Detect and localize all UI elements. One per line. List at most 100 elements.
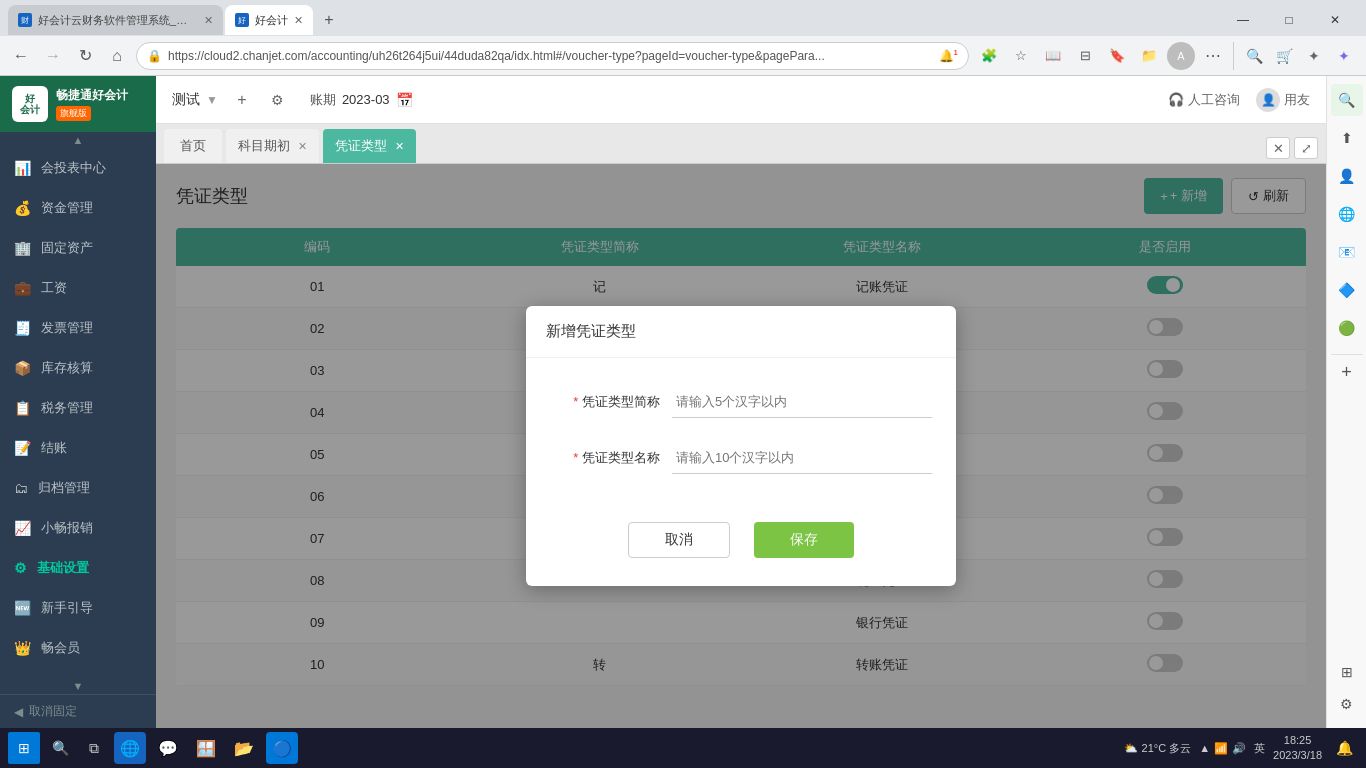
taskbar-app-folder[interactable]: 📂 bbox=[228, 732, 260, 764]
investment-icon: 📊 bbox=[14, 160, 31, 176]
sidebar-item-settings[interactable]: ⚙ 基础设置 bbox=[0, 548, 156, 588]
notification-button[interactable]: 🔔 bbox=[1330, 734, 1358, 762]
sidebar-scroll-up[interactable]: ▲ bbox=[0, 132, 156, 148]
salary-icon: 💼 bbox=[14, 280, 31, 296]
sidebar-item-report[interactable]: 📈 小畅报销 bbox=[0, 508, 156, 548]
edge-search-icon[interactable]: 🔍 bbox=[1240, 42, 1268, 70]
browser-tab-2[interactable]: 好 好会计 ✕ bbox=[225, 5, 313, 35]
invoice-icon: 🧾 bbox=[14, 320, 31, 336]
cancel-button[interactable]: 取消 bbox=[628, 522, 730, 558]
right-user-icon[interactable]: 👤 bbox=[1331, 160, 1363, 192]
reload-button[interactable]: ↻ bbox=[72, 43, 98, 69]
new-tab-button[interactable]: + bbox=[315, 6, 343, 34]
tab1-close[interactable]: ✕ bbox=[204, 14, 213, 27]
sidebar-scroll-down[interactable]: ▼ bbox=[0, 678, 156, 694]
taskbar-app-wechat[interactable]: 💬 bbox=[152, 732, 184, 764]
back-button[interactable]: ← bbox=[8, 43, 34, 69]
report-icon: 📈 bbox=[14, 520, 31, 536]
task-view-button[interactable]: ⧉ bbox=[80, 734, 108, 762]
taskbar-app-store[interactable]: 🪟 bbox=[190, 732, 222, 764]
right-teams-icon[interactable]: 🔷 bbox=[1331, 274, 1363, 306]
reader-mode-button[interactable]: 📖 bbox=[1039, 42, 1067, 70]
page-content: 凭证类型 + + 新增 ↺ 刷新 bbox=[156, 164, 1326, 728]
taskbar-app-edge[interactable]: 🔵 bbox=[266, 732, 298, 764]
sidebar-item-invoice[interactable]: 🧾 发票管理 bbox=[0, 308, 156, 348]
tab-subject-period-close[interactable]: ✕ bbox=[298, 140, 307, 153]
sidebar-item-fixed-assets[interactable]: 🏢 固定资产 bbox=[0, 228, 156, 268]
abbr-input[interactable] bbox=[672, 386, 932, 418]
archive-icon: 🗂 bbox=[14, 480, 28, 496]
sidebar-logo: 好会计 畅捷通好会计 旗舰版 bbox=[0, 76, 156, 132]
right-add-icon[interactable]: + bbox=[1331, 354, 1363, 386]
sidebar-item-tax[interactable]: 📋 税务管理 bbox=[0, 388, 156, 428]
system-tray[interactable]: ▲ 📶 🔊 bbox=[1199, 742, 1246, 755]
workspace-dropdown-icon: ▼ bbox=[206, 93, 218, 107]
edge-copilot-icon[interactable]: ✦ bbox=[1330, 42, 1358, 70]
share-button[interactable]: 🔖 bbox=[1103, 42, 1131, 70]
modal-header: 新增凭证类型 bbox=[526, 306, 956, 358]
tab1-label: 好会计云财务软件管理系统_会计 bbox=[38, 13, 198, 28]
right-table-icon[interactable]: ⊞ bbox=[1331, 656, 1363, 688]
modal-footer: 取消 保存 bbox=[526, 506, 956, 586]
right-panel: 🔍 ⬆ 👤 🌐 📧 🔷 🟢 + ⊞ ⚙ bbox=[1326, 76, 1366, 728]
user-button[interactable]: 👤 用友 bbox=[1256, 88, 1310, 112]
browser-tab-1[interactable]: 财 好会计云财务软件管理系统_会计 ✕ bbox=[8, 5, 223, 35]
cancel-pin-button[interactable]: ◀ 取消固定 bbox=[0, 694, 156, 728]
support-button[interactable]: 🎧 人工咨询 bbox=[1168, 91, 1240, 109]
member-icon: 👑 bbox=[14, 640, 31, 656]
ssl-icon: 🔒 bbox=[147, 49, 162, 63]
right-search-icon[interactable]: 🔍 bbox=[1331, 84, 1363, 116]
tab-subject-period[interactable]: 科目期初 ✕ bbox=[226, 129, 319, 163]
tax-icon: 📋 bbox=[14, 400, 31, 416]
right-globe-icon[interactable]: 🌐 bbox=[1331, 198, 1363, 230]
forward-button[interactable]: → bbox=[40, 43, 66, 69]
settings-header-button[interactable]: ⚙ bbox=[266, 88, 290, 112]
tab2-close[interactable]: ✕ bbox=[294, 14, 303, 27]
expand-window-button[interactable]: ⤢ bbox=[1294, 137, 1318, 159]
close-button[interactable]: ✕ bbox=[1312, 4, 1358, 36]
tab-home[interactable]: 首页 bbox=[164, 129, 222, 163]
right-apps-icon[interactable]: 🟢 bbox=[1331, 312, 1363, 344]
home-button[interactable]: ⌂ bbox=[104, 43, 130, 69]
edge-bing-icon[interactable]: ✦ bbox=[1300, 42, 1328, 70]
sidebar-item-guide[interactable]: 🆕 新手引导 bbox=[0, 588, 156, 628]
more-options-button[interactable]: ⋯ bbox=[1199, 42, 1227, 70]
tab2-favicon: 好 bbox=[235, 13, 249, 27]
right-upload-icon[interactable]: ⬆ bbox=[1331, 122, 1363, 154]
taskbar-app-chrome[interactable]: 🌐 bbox=[114, 732, 146, 764]
sidebar-item-archive[interactable]: 🗂 归档管理 bbox=[0, 468, 156, 508]
sidebar-item-investment[interactable]: 📊 会投表中心 bbox=[0, 148, 156, 188]
tab-voucher-type[interactable]: 凭证类型 ✕ bbox=[323, 129, 416, 163]
name-input[interactable] bbox=[672, 442, 932, 474]
sidebar-item-settlement[interactable]: 📝 结账 bbox=[0, 428, 156, 468]
calendar-icon[interactable]: 📅 bbox=[396, 92, 413, 108]
search-taskbar-button[interactable]: 🔍 bbox=[46, 734, 74, 762]
sidebar-item-member[interactable]: 👑 畅会员 bbox=[0, 628, 156, 668]
workspace-selector[interactable]: 测试 ▼ bbox=[172, 91, 218, 109]
add-workspace-button[interactable]: + bbox=[230, 88, 254, 112]
extensions-button[interactable]: 🧩 bbox=[975, 42, 1003, 70]
start-button[interactable]: ⊞ bbox=[8, 732, 40, 764]
period-label: 账期 bbox=[310, 91, 336, 109]
restore-window-button[interactable]: ✕ bbox=[1266, 137, 1290, 159]
right-email-icon[interactable]: 📧 bbox=[1331, 236, 1363, 268]
bookmark-button[interactable]: ☆ bbox=[1007, 42, 1035, 70]
settlement-icon: 📝 bbox=[14, 440, 31, 456]
edge-shopping-icon[interactable]: 🛒 bbox=[1270, 42, 1298, 70]
tab-voucher-type-close[interactable]: ✕ bbox=[395, 140, 404, 153]
logo-text: 畅捷通好会计 bbox=[56, 87, 128, 104]
page-tabs-bar: 首页 科目期初 ✕ 凭证类型 ✕ ✕ ⤢ bbox=[156, 124, 1326, 164]
split-view-button[interactable]: ⊟ bbox=[1071, 42, 1099, 70]
address-bar[interactable]: 🔒 https://cloud2.chanjet.com/accounting/… bbox=[136, 42, 969, 70]
name-form-row: * 凭证类型名称 bbox=[550, 442, 932, 474]
account-button[interactable]: A bbox=[1167, 42, 1195, 70]
sidebar-item-salary[interactable]: 💼 工资 bbox=[0, 268, 156, 308]
maximize-button[interactable]: □ bbox=[1266, 4, 1312, 36]
collections-button[interactable]: 📁 bbox=[1135, 42, 1163, 70]
modal-body: * 凭证类型简称 * 凭证类型名称 bbox=[526, 358, 956, 506]
sidebar-item-inventory[interactable]: 📦 库存核算 bbox=[0, 348, 156, 388]
minimize-button[interactable]: — bbox=[1220, 4, 1266, 36]
save-button[interactable]: 保存 bbox=[754, 522, 854, 558]
right-gear-icon[interactable]: ⚙ bbox=[1331, 688, 1363, 720]
sidebar-item-capital[interactable]: 💰 资金管理 bbox=[0, 188, 156, 228]
